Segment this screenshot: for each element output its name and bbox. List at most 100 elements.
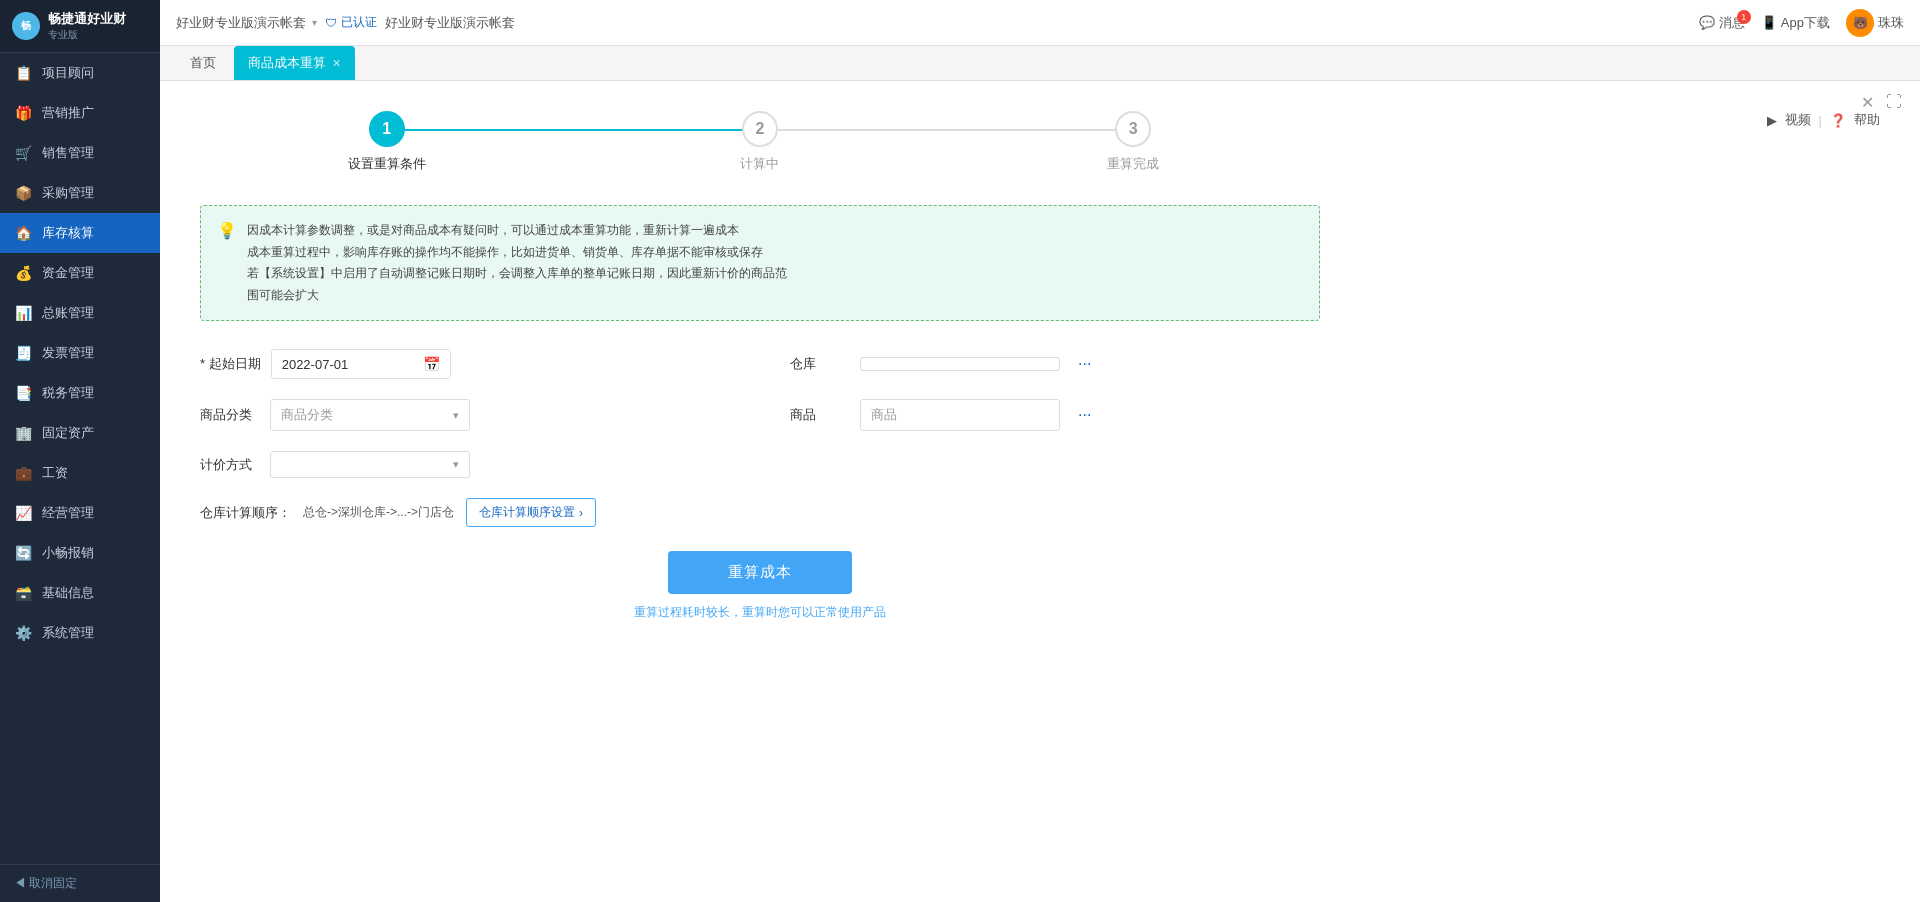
pricing-arrow-icon: ▾ (453, 458, 459, 471)
sidebar-item-label-tax: 税务管理 (42, 384, 94, 402)
sidebar-item-label-expense: 小畅报销 (42, 544, 94, 562)
assets-icon: 🏢 (14, 425, 32, 441)
account-selector[interactable]: 好业财专业版演示帐套 ▾ (176, 14, 317, 32)
sidebar-item-purchase[interactable]: 📦采购管理 (0, 173, 160, 213)
finance-icon: 💰 (14, 265, 32, 281)
pricing-select[interactable]: ▾ (270, 451, 470, 478)
goods-group: 商品 商品 ··· (730, 399, 1320, 431)
warehouse-btn-label: 仓库计算顺序设置 (479, 504, 575, 521)
recalc-btn-label: 重算成本 (728, 563, 792, 580)
category-select[interactable]: 商品分类 ▾ (270, 399, 470, 431)
help-link[interactable]: 帮助 (1854, 111, 1880, 129)
sidebar-item-expense[interactable]: 🔄 小畅报销 (0, 533, 160, 573)
marketing-icon: 🎁 (14, 105, 32, 121)
tab-home[interactable]: 首页 (176, 46, 230, 80)
inventory-icon: 🏠 (14, 225, 32, 241)
warehouse-input[interactable] (860, 357, 1060, 371)
sales-icon: 🛒 (14, 145, 32, 161)
sidebar-item-basic[interactable]: 🗃️ 基础信息 (0, 573, 160, 613)
sidebar-item-salary[interactable]: 💼工资 (0, 453, 160, 493)
step-1-circle: 1 (369, 111, 405, 147)
main-area: 好业财专业版演示帐套 ▾ 🛡 已认证 好业财专业版演示帐套 💬 消息 1 📱 A… (160, 0, 1920, 902)
goods-ellipsis-button[interactable]: ··· (1070, 402, 1099, 428)
message-icon: 💬 (1699, 15, 1715, 30)
sidebar-item-label-management: 经营管理 (42, 504, 94, 522)
recalculate-button[interactable]: 重算成本 (668, 551, 852, 594)
app-subtitle: 专业版 (48, 28, 126, 42)
goods-label: 商品 (790, 406, 850, 424)
stepper: 1 设置重算条件 2 计算中 3 重算完成 (200, 111, 1320, 173)
phone-icon: 📱 (1761, 15, 1777, 30)
account-name: 好业财专业版演示帐套 (176, 14, 306, 32)
recalc-area: 重算成本 重算过程耗时较长，重算时您可以正常使用产品 (200, 551, 1320, 621)
warehouse-label: 仓库 (790, 355, 850, 373)
goods-input[interactable]: 商品 (860, 399, 1060, 431)
info-line-3: 若【系统设置】中启用了自动调整记账日期时，会调整入库单的整单记账日期，因此重新计… (247, 263, 787, 285)
sidebar-item-inventory[interactable]: 🏠 库存核算 (0, 213, 160, 253)
category-label: 商品分类 (200, 406, 260, 424)
warehouse-order-label: 仓库计算顺序： (200, 504, 291, 522)
sidebar-item-marketing[interactable]: 🎁 营销推广 (0, 93, 160, 133)
sidebar-header: 畅 畅捷通好业财 专业版 (0, 0, 160, 53)
sidebar-item-management[interactable]: 📈 经营管理 (0, 493, 160, 533)
topbar: 好业财专业版演示帐套 ▾ 🛡 已认证 好业财专业版演示帐套 💬 消息 1 📱 A… (160, 0, 1920, 46)
sidebar-footer[interactable]: ◀ 取消固定 (0, 864, 160, 902)
form-row-1: * 起始日期 2022-07-01 📅 仓库 ··· (200, 349, 1320, 379)
app-title: 畅捷通好业财 (48, 10, 126, 28)
tabbar: 首页 商品成本重算 ✕ (160, 46, 1920, 81)
step-1: 1 设置重算条件 (200, 111, 573, 173)
sidebar-item-finance[interactable]: 💰资金管理 (0, 253, 160, 293)
sidebar-item-invoice[interactable]: 🧾发票管理 (0, 333, 160, 373)
app-download-button[interactable]: 📱 App下载 (1761, 14, 1830, 32)
calendar-icon[interactable]: 📅 (423, 356, 440, 372)
pricing-group: 计价方式 ▾ (200, 451, 1320, 478)
sidebar-item-tax[interactable]: 📑税务管理 (0, 373, 160, 413)
message-button[interactable]: 💬 消息 1 (1699, 14, 1745, 32)
notification-badge-count: 1 (1737, 10, 1751, 24)
warehouse-order-row: 仓库计算顺序： 总仓->深圳仓库->...->门店仓 仓库计算顺序设置 › (200, 498, 1320, 527)
content-area: ✕ ⛶ ▶ 视频 | ❓ 帮助 1 设置重算条件 2 计算中 (160, 81, 1920, 902)
play-icon: ▶ (1767, 113, 1777, 128)
user-profile[interactable]: 🐻 珠珠 (1846, 9, 1904, 37)
sidebar-item-label-project: 项目顾问 (42, 64, 94, 82)
tab-recalc-label: 商品成本重算 (248, 54, 326, 72)
sidebar-item-label-sales: 销售管理 (42, 144, 94, 162)
project-icon: 📋 (14, 65, 32, 81)
sidebar-item-assets[interactable]: 🏢固定资产 (0, 413, 160, 453)
sidebar-item-label-salary: 工资 (42, 464, 68, 482)
app-download-label: App下载 (1781, 14, 1830, 32)
form-row-2: 商品分类 商品分类 ▾ 商品 商品 ··· (200, 399, 1320, 431)
video-link[interactable]: 视频 (1785, 111, 1811, 129)
expense-icon: 🔄 (14, 545, 32, 561)
app-logo: 畅 (12, 12, 40, 40)
sidebar-item-sales[interactable]: 🛒 销售管理 (0, 133, 160, 173)
info-line-4: 围可能会扩大 (247, 285, 787, 307)
info-line-1: 因成本计算参数调整，或是对商品成本有疑问时，可以通过成本重算功能，重新计算一遍成… (247, 220, 787, 242)
start-date-input[interactable]: 2022-07-01 📅 (271, 349, 451, 379)
sidebar-item-project[interactable]: 📋 项目顾问 (0, 53, 160, 93)
category-group: 商品分类 商品分类 ▾ (200, 399, 730, 431)
sidebar-item-label-basic: 基础信息 (42, 584, 94, 602)
avatar: 🐻 (1846, 9, 1874, 37)
form-row-3: 计价方式 ▾ (200, 451, 1320, 478)
warehouse-ellipsis-button[interactable]: ··· (1070, 351, 1099, 377)
invoice-icon: 🧾 (14, 345, 32, 361)
goods-placeholder: 商品 (871, 406, 897, 424)
form-section: * 起始日期 2022-07-01 📅 仓库 ··· (200, 349, 1320, 527)
sidebar-item-label-marketing: 营销推广 (42, 104, 94, 122)
unpin-label: ◀ 取消固定 (14, 875, 77, 892)
management-icon: 📈 (14, 505, 32, 521)
step-3-label: 重算完成 (1107, 155, 1159, 173)
sidebar-item-label-inventory: 库存核算 (42, 224, 94, 242)
accounting-icon: 📊 (14, 305, 32, 321)
tab-recalc[interactable]: 商品成本重算 ✕ (234, 46, 355, 80)
basic-icon: 🗃️ (14, 585, 32, 601)
maximize-button[interactable]: ⛶ (1884, 91, 1904, 114)
account-arrow-icon: ▾ (312, 17, 317, 28)
sidebar-item-accounting[interactable]: 📊总账管理 (0, 293, 160, 333)
sidebar-item-system[interactable]: ⚙️系统管理 (0, 613, 160, 653)
info-icon: 💡 (217, 221, 237, 306)
warehouse-order-settings-button[interactable]: 仓库计算顺序设置 › (466, 498, 596, 527)
tab-close-icon[interactable]: ✕ (332, 57, 341, 70)
recalc-hint: 重算过程耗时较长，重算时您可以正常使用产品 (634, 604, 886, 621)
